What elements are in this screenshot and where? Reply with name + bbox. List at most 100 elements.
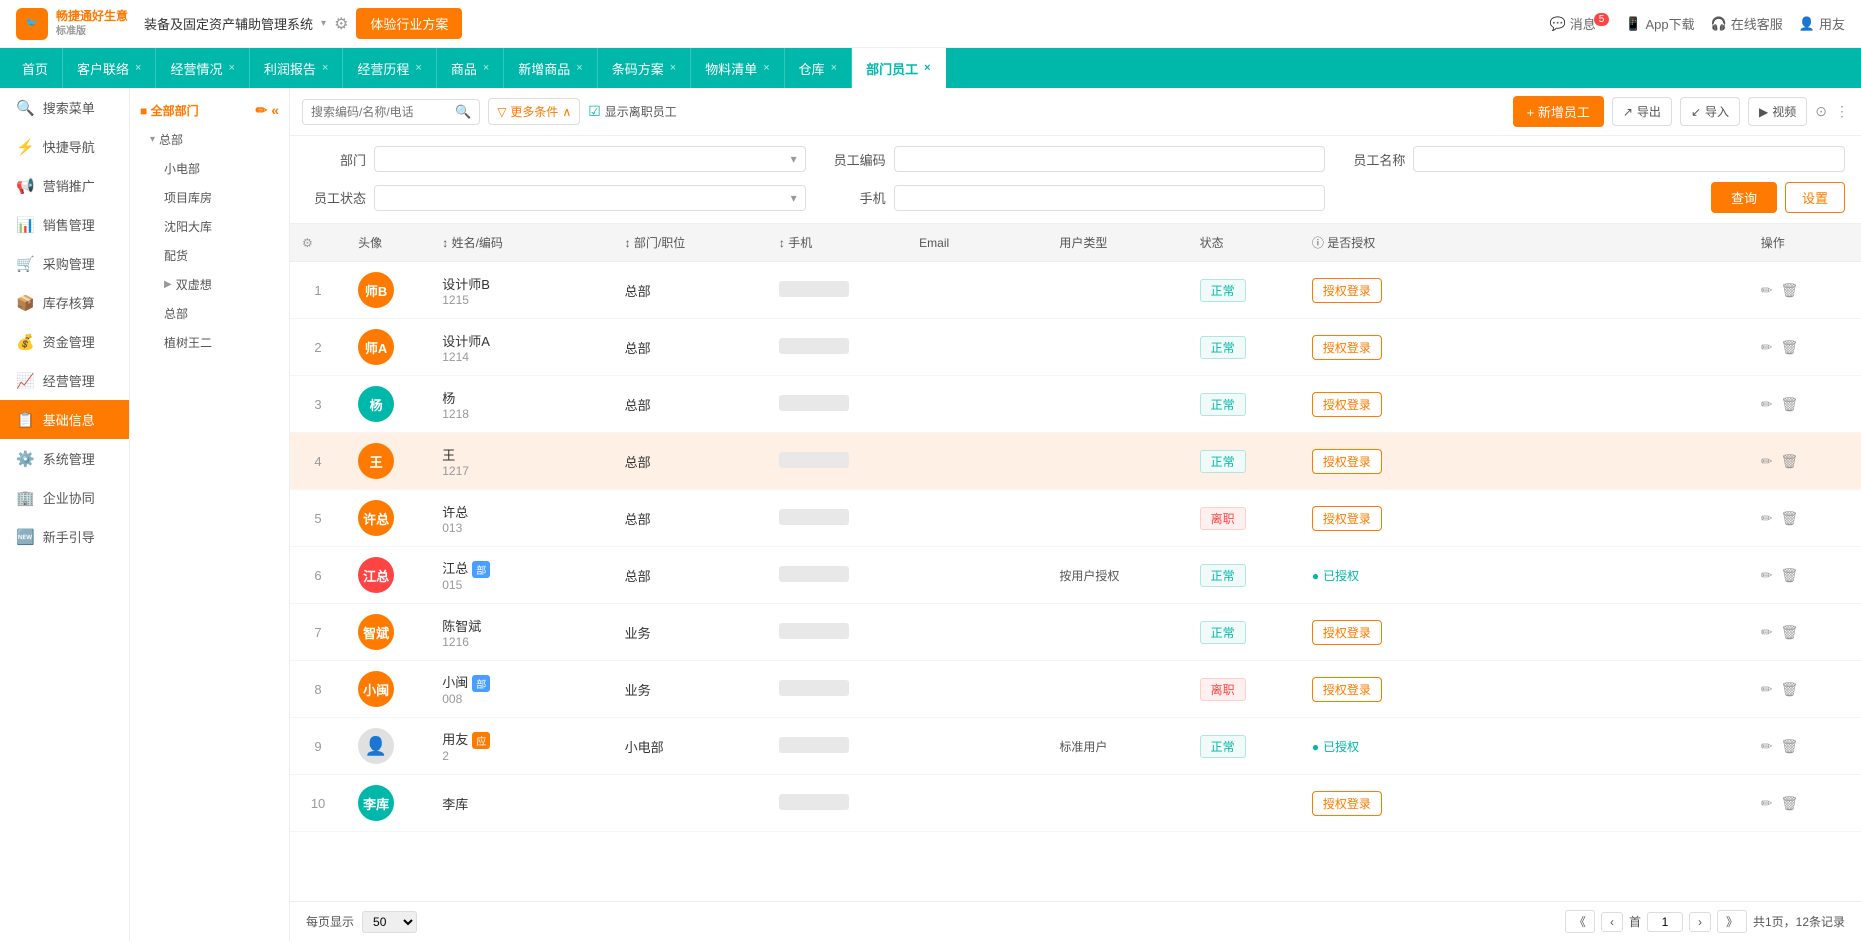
auth-login-btn[interactable]: 授权登录 [1312,335,1382,360]
filter-empname-input[interactable] [1413,146,1845,172]
tab-new-goods[interactable]: 新增商品 × [504,48,597,88]
tab-goods[interactable]: 商品 × [437,48,504,88]
app-download-btn[interactable]: 📱 App下载 [1625,14,1694,33]
tab-warehouse[interactable]: 仓库 × [785,48,852,88]
close-tab-goods[interactable]: × [483,62,489,74]
table-settings-icon[interactable]: ⚙ [302,236,313,250]
close-tab-history[interactable]: × [415,62,421,74]
nav-enterprise[interactable]: 🏢 企业协同 [0,478,129,517]
nav-purchase[interactable]: 🛒 采购管理 [0,244,129,283]
close-tab-newgoods[interactable]: × [576,62,582,74]
delete-icon[interactable]: 🗑 [1780,681,1798,698]
edit-icon[interactable]: ✏ [1761,624,1773,641]
nav-system[interactable]: ⚙️ 系统管理 [0,439,129,478]
col-dept[interactable]: ↕ 部门/职位 [613,224,767,262]
dept-item-double[interactable]: ▶ 双虚想 [130,270,289,299]
dept-item-distribution[interactable]: 配货 [130,241,289,270]
close-tab-warehouse[interactable]: × [831,62,837,74]
dept-item-project[interactable]: 项目库房 [130,183,289,212]
last-page-btn[interactable]: 》 [1717,910,1747,933]
delete-icon[interactable]: 🗑 [1780,510,1798,527]
delete-icon[interactable]: 🗑 [1780,453,1798,470]
nav-basic[interactable]: 📋 基础信息 [0,400,129,439]
filter-status-select[interactable]: ▾ [374,185,806,211]
nav-shortcut[interactable]: ⚡ 快捷导航 [0,127,129,166]
auth-login-btn[interactable]: 授权登录 [1312,506,1382,531]
more-filter-btn[interactable]: ▽ 更多条件 ∧ [488,98,580,125]
add-employee-btn[interactable]: + 新增员工 [1513,96,1604,127]
delete-icon[interactable]: 🗑 [1780,795,1798,812]
edit-icon[interactable]: ✏ [1761,453,1773,470]
dept-edit-icon[interactable]: ✏ [255,102,267,119]
delete-icon[interactable]: 🗑 [1780,738,1798,755]
tab-barcode[interactable]: 条码方案 × [598,48,691,88]
dept-item-electronics[interactable]: 小电部 [130,154,289,183]
tab-dept-staff[interactable]: 部门员工 × [852,48,945,88]
edit-icon[interactable]: ✏ [1761,738,1773,755]
auth-login-btn[interactable]: 授权登录 [1312,677,1382,702]
nav-finance[interactable]: 💰 资金管理 [0,322,129,361]
edit-icon[interactable]: ✏ [1761,567,1773,584]
delete-icon[interactable]: 🗑 [1780,567,1798,584]
filter-phone-input[interactable] [894,185,1326,211]
edit-icon[interactable]: ✏ [1761,510,1773,527]
dept-item-planting[interactable]: 植树王二 [130,328,289,357]
edit-icon[interactable]: ✏ [1761,339,1773,356]
prev-page-btn[interactable]: ‹ [1601,912,1623,932]
tab-operations[interactable]: 经营情况 × [156,48,249,88]
first-page-btn[interactable]: 《 [1565,910,1595,933]
close-tab-bom[interactable]: × [763,62,769,74]
search-input[interactable] [311,105,451,119]
delete-icon[interactable]: 🗑 [1780,282,1798,299]
message-btn[interactable]: 💬 消息 5 [1550,14,1610,33]
per-page-select[interactable]: 50 100 200 [362,911,417,933]
dept-item-shenyang[interactable]: 沈阳大库 [130,212,289,241]
more-options-icon[interactable]: ⋮ [1835,103,1849,120]
page-number-input[interactable] [1647,912,1683,932]
help-icon[interactable]: ⊙ [1815,103,1827,120]
filter-empcode-input[interactable] [894,146,1326,172]
show-leave-checkbox[interactable]: ☑ [588,103,601,120]
close-tab-barcode[interactable]: × [670,62,676,74]
auth-login-btn[interactable]: 授权登录 [1312,791,1382,816]
close-tab-profit[interactable]: × [322,62,328,74]
col-name[interactable]: ↕ 姓名/编码 [430,224,612,262]
export-btn[interactable]: ↗ 导出 [1612,97,1672,126]
delete-icon[interactable]: 🗑 [1780,339,1798,356]
tab-home[interactable]: 首页 [8,48,63,88]
nav-sales[interactable]: 📊 销售管理 [0,205,129,244]
show-leave-btn[interactable]: ☑ 显示离职员工 [588,103,677,120]
close-tab-customer[interactable]: × [135,62,141,74]
filter-dept-select[interactable]: ▾ [374,146,806,172]
close-tab-ops[interactable]: × [228,62,234,74]
import-btn[interactable]: ↙ 导入 [1680,97,1740,126]
nav-marketing[interactable]: 📢 营销推广 [0,166,129,205]
system-dropdown-arrow[interactable]: ▾ [321,18,326,29]
tab-history[interactable]: 经营历程 × [343,48,436,88]
tab-profit[interactable]: 利润报告 × [250,48,343,88]
experience-btn[interactable]: 体验行业方案 [356,8,462,39]
delete-icon[interactable]: 🗑 [1780,624,1798,641]
nav-inventory[interactable]: 📦 库存核算 [0,283,129,322]
tab-customer[interactable]: 客户联络 × [63,48,156,88]
auth-login-btn[interactable]: 授权登录 [1312,278,1382,303]
dept-item-main[interactable]: ▾ 总部 [130,125,289,154]
close-tab-dept[interactable]: × [924,62,930,74]
set-btn[interactable]: 设置 [1785,182,1845,213]
edit-icon[interactable]: ✏ [1761,282,1773,299]
edit-icon[interactable]: ✏ [1761,795,1773,812]
delete-icon[interactable]: 🗑 [1780,396,1798,413]
dept-item-hq[interactable]: 总部 [130,299,289,328]
user-profile-btn[interactable]: 👤 用友 [1799,14,1845,33]
video-btn[interactable]: ▶ 视频 [1748,97,1807,126]
tab-bom[interactable]: 物料清单 × [691,48,784,88]
settings-gear-icon[interactable]: ⚙ [334,14,348,34]
col-phone[interactable]: ↕ 手机 [767,224,907,262]
query-btn[interactable]: 查询 [1711,182,1777,213]
auth-login-btn[interactable]: 授权登录 [1312,392,1382,417]
edit-icon[interactable]: ✏ [1761,396,1773,413]
nav-guide[interactable]: 🆕 新手引导 [0,517,129,556]
auth-login-btn[interactable]: 授权登录 [1312,620,1382,645]
col-settings[interactable]: ⚙ [290,224,346,262]
edit-icon[interactable]: ✏ [1761,681,1773,698]
